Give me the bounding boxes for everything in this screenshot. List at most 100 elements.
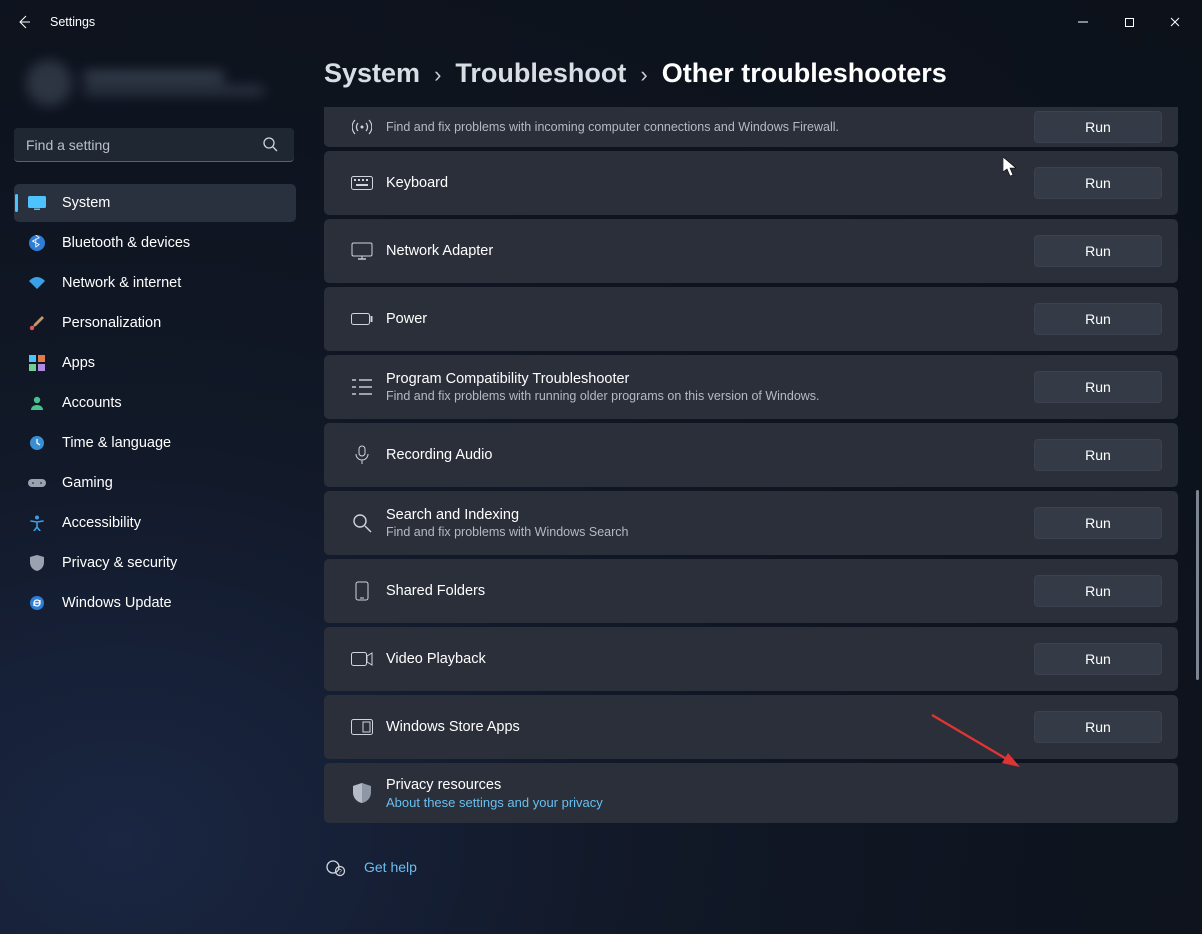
sidebar-item-gaming[interactable]: Gaming (14, 464, 296, 502)
phone-icon (338, 581, 386, 601)
run-button[interactable]: Run (1034, 575, 1162, 607)
apps-icon (28, 354, 46, 372)
run-button[interactable]: Run (1034, 643, 1162, 675)
shield-icon (28, 554, 46, 572)
brush-icon (28, 314, 46, 332)
nav-label: Privacy & security (62, 555, 177, 571)
breadcrumb: System › Troubleshoot › Other troublesho… (324, 58, 1178, 89)
accessibility-icon (28, 514, 46, 532)
run-button[interactable]: Run (1034, 111, 1162, 143)
troubleshooter-video-playback[interactable]: Video Playback Run (324, 627, 1178, 691)
sidebar-item-network[interactable]: Network & internet (14, 264, 296, 302)
shield-icon (338, 783, 386, 803)
troubleshooter-title: Program Compatibility Troubleshooter (386, 371, 820, 387)
avatar (26, 60, 72, 106)
sidebar-item-accounts[interactable]: Accounts (14, 384, 296, 422)
person-icon (28, 394, 46, 412)
run-button[interactable]: Run (1034, 507, 1162, 539)
chevron-right-icon: › (640, 62, 647, 88)
close-button[interactable] (1152, 6, 1198, 38)
video-icon (338, 652, 386, 666)
nav-label: Bluetooth & devices (62, 235, 190, 251)
privacy-link[interactable]: About these settings and your privacy (386, 795, 603, 810)
troubleshooter-title: Windows Store Apps (386, 719, 520, 735)
troubleshooter-shared-folders[interactable]: Shared Folders Run (324, 559, 1178, 623)
troubleshooter-keyboard[interactable]: Keyboard Run (324, 151, 1178, 215)
breadcrumb-troubleshoot[interactable]: Troubleshoot (455, 58, 626, 89)
window-title: Settings (50, 15, 95, 29)
troubleshooter-windows-store-apps[interactable]: Windows Store Apps Run (324, 695, 1178, 759)
scrollbar-thumb[interactable] (1196, 490, 1199, 680)
nav-label: Apps (62, 355, 95, 371)
nav-label: Personalization (62, 315, 161, 331)
privacy-resources-card[interactable]: Privacy resources About these settings a… (324, 763, 1178, 823)
run-button[interactable]: Run (1034, 167, 1162, 199)
help-row: ? Get help (326, 857, 1178, 877)
back-arrow-icon (16, 14, 32, 30)
help-icon: ? (326, 857, 346, 877)
troubleshooter-title: Search and Indexing (386, 507, 628, 523)
titlebar: Settings (0, 0, 1202, 44)
get-help-link[interactable]: Get help (364, 859, 417, 875)
sidebar-item-bluetooth[interactable]: Bluetooth & devices (14, 224, 296, 262)
run-button[interactable]: Run (1034, 711, 1162, 743)
update-icon (28, 594, 46, 612)
gamepad-icon (28, 474, 46, 492)
troubleshooter-desc: Find and fix problems with Windows Searc… (386, 525, 628, 539)
privacy-title: Privacy resources (386, 777, 603, 793)
clock-icon (28, 434, 46, 452)
troubleshooter-desc: Find and fix problems with incoming comp… (386, 120, 839, 134)
sidebar-item-time-language[interactable]: Time & language (14, 424, 296, 462)
minimize-button[interactable] (1060, 6, 1106, 38)
search-input[interactable] (14, 128, 294, 162)
troubleshooter-incoming-connections[interactable]: Find and fix problems with incoming comp… (324, 107, 1178, 147)
maximize-button[interactable] (1106, 6, 1152, 38)
troubleshooter-list: Find and fix problems with incoming comp… (324, 107, 1178, 823)
battery-icon (338, 313, 386, 325)
content-area: System › Troubleshoot › Other troublesho… (310, 44, 1202, 934)
sidebar-item-apps[interactable]: Apps (14, 344, 296, 382)
nav-label: Time & language (62, 435, 171, 451)
breadcrumb-current: Other troubleshooters (662, 58, 947, 89)
tasks-icon (338, 378, 386, 396)
monitor-icon (338, 242, 386, 260)
nav-label: System (62, 195, 110, 211)
nav-label: Network & internet (62, 275, 181, 291)
sidebar-item-privacy[interactable]: Privacy & security (14, 544, 296, 582)
run-button[interactable]: Run (1034, 303, 1162, 335)
breadcrumb-system[interactable]: System (324, 58, 420, 89)
search-wrap (14, 128, 296, 162)
nav-label: Accounts (62, 395, 122, 411)
troubleshooter-network-adapter[interactable]: Network Adapter Run (324, 219, 1178, 283)
run-button[interactable]: Run (1034, 439, 1162, 471)
sidebar-item-system[interactable]: System (14, 184, 296, 222)
search-icon (338, 513, 386, 533)
wifi-icon (28, 274, 46, 292)
chevron-right-icon: › (434, 62, 441, 88)
troubleshooter-title: Keyboard (386, 175, 448, 191)
profile-area[interactable] (14, 52, 296, 114)
troubleshooter-title: Recording Audio (386, 447, 492, 463)
sidebar-item-windows-update[interactable]: Windows Update (14, 584, 296, 622)
nav-list: System Bluetooth & devices Network & int… (14, 184, 296, 622)
troubleshooter-desc: Find and fix problems with running older… (386, 389, 820, 403)
run-button[interactable]: Run (1034, 371, 1162, 403)
mic-icon (338, 445, 386, 465)
sidebar-item-accessibility[interactable]: Accessibility (14, 504, 296, 542)
troubleshooter-recording-audio[interactable]: Recording Audio Run (324, 423, 1178, 487)
nav-label: Accessibility (62, 515, 141, 531)
bluetooth-icon (28, 234, 46, 252)
troubleshooter-title: Network Adapter (386, 243, 493, 259)
keyboard-icon (338, 176, 386, 190)
troubleshooter-search-indexing[interactable]: Search and Indexing Find and fix problem… (324, 491, 1178, 555)
run-button[interactable]: Run (1034, 235, 1162, 267)
troubleshooter-power[interactable]: Power Run (324, 287, 1178, 351)
troubleshooter-program-compatibility[interactable]: Program Compatibility Troubleshooter Fin… (324, 355, 1178, 419)
back-button[interactable] (4, 2, 44, 42)
signal-icon (338, 117, 386, 137)
system-icon (28, 194, 46, 212)
sidebar-item-personalization[interactable]: Personalization (14, 304, 296, 342)
window-controls (1060, 6, 1198, 38)
troubleshooter-title: Video Playback (386, 651, 486, 667)
svg-text:?: ? (338, 869, 342, 876)
